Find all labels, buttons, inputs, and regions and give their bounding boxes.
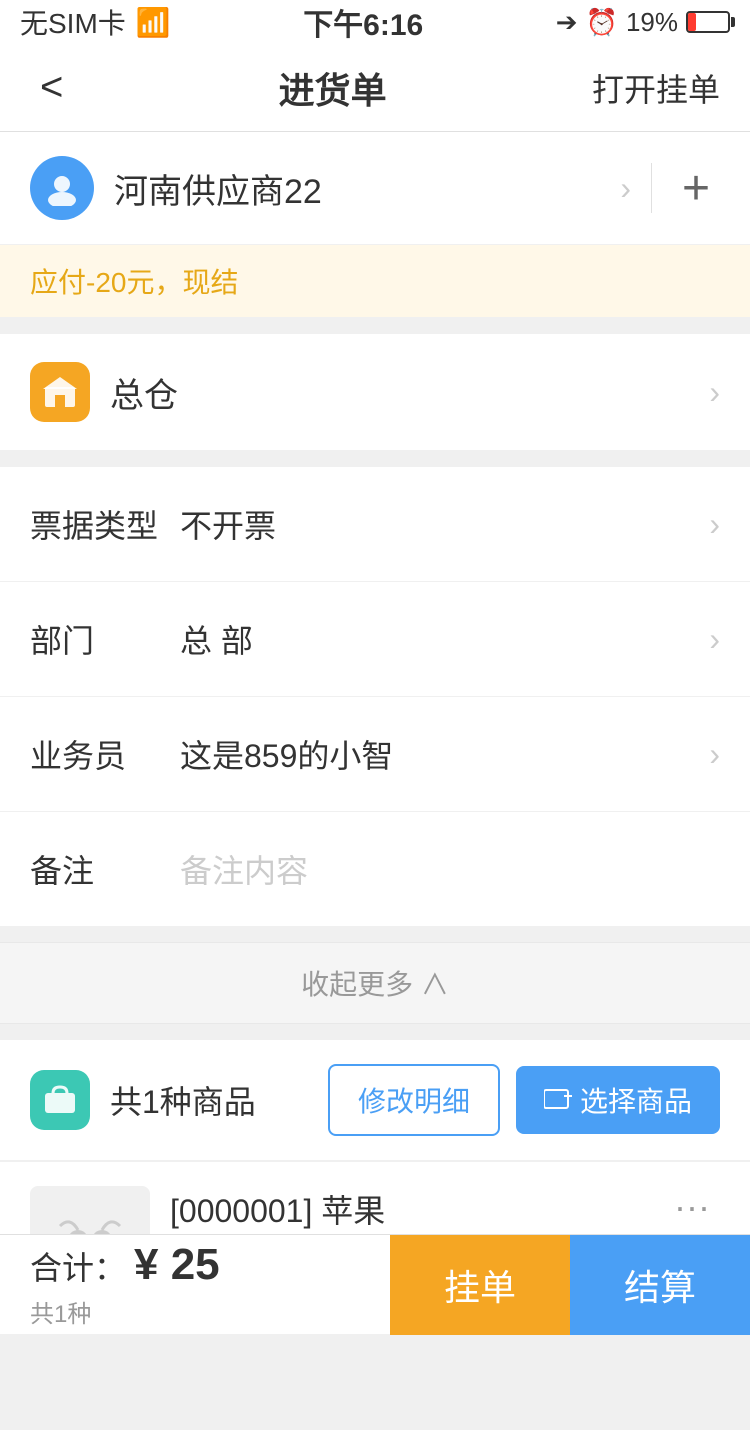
add-supplier-button[interactable]: +: [672, 161, 720, 216]
product-name: [0000001] 苹果: [170, 1186, 664, 1232]
bottom-bar: 合计： ¥ 25 共1种 挂单 结算: [0, 1234, 750, 1334]
warehouse-chevron-icon: ›: [709, 374, 720, 411]
battery-icon: [686, 11, 730, 33]
remark-input[interactable]: 备注内容: [160, 846, 720, 892]
product-title: 苹果: [321, 1193, 385, 1229]
supplier-notice: 应付-20元，现结: [0, 245, 750, 318]
warehouse-icon: [30, 362, 90, 422]
product-more-button[interactable]: ···: [664, 1186, 720, 1228]
select-product-button[interactable]: 选择商品: [516, 1066, 720, 1134]
invoice-type-row[interactable]: 票据类型 不开票 ›: [0, 467, 750, 582]
battery-percent: 19%: [626, 7, 678, 38]
salesperson-chevron-icon: ›: [709, 736, 720, 773]
page-title: 进货单: [279, 62, 387, 114]
salesperson-label: 业务员: [30, 731, 160, 777]
total-label: 合计：: [30, 1243, 126, 1289]
remark-row[interactable]: 备注 备注内容: [0, 812, 750, 926]
product-code: [0000001]: [170, 1193, 312, 1229]
open-hold-button[interactable]: 打开挂单: [592, 65, 720, 111]
department-label: 部门: [30, 616, 160, 662]
remark-label: 备注: [30, 846, 160, 892]
salesperson-row[interactable]: 业务员 这是859的小智 ›: [0, 697, 750, 812]
status-left: 无SIM卡 📶: [20, 2, 171, 42]
edit-detail-button[interactable]: 修改明细: [328, 1064, 500, 1136]
alarm-icon: ⏰: [586, 7, 618, 38]
products-count: 共1种商品: [110, 1077, 328, 1123]
time-label: 下午6:16: [303, 0, 423, 44]
department-chevron-icon: ›: [709, 621, 720, 658]
invoice-chevron-icon: ›: [709, 506, 720, 543]
supplier-row[interactable]: 河南供应商22 › +: [0, 132, 750, 245]
total-section: 合计： ¥ 25 共1种: [0, 1240, 390, 1329]
status-bar: 无SIM卡 📶 下午6:16 ➔ ⏰ 19%: [0, 0, 750, 44]
checkout-button[interactable]: 结算: [570, 1235, 750, 1335]
products-header: 共1种商品 修改明细 选择商品: [0, 1040, 750, 1160]
collapse-bar[interactable]: 收起更多 ∧: [0, 942, 750, 1024]
department-row[interactable]: 部门 总 部 ›: [0, 582, 750, 697]
supplier-avatar: [30, 156, 94, 220]
supplier-divider: [651, 163, 652, 213]
invoice-type-label: 票据类型: [30, 501, 160, 547]
nav-bar: < 进货单 打开挂单: [0, 44, 750, 132]
total-amount: ¥ 25: [134, 1240, 220, 1290]
battery-fill: [688, 13, 696, 31]
location-icon: ➔: [556, 7, 578, 38]
warehouse-name: 总仓: [110, 368, 699, 417]
select-product-label: 选择商品: [580, 1080, 692, 1120]
department-value: 总 部: [160, 616, 699, 662]
wifi-icon: 📶: [136, 6, 171, 39]
bottom-spacer: [0, 1330, 750, 1430]
supplier-chevron-icon: ›: [620, 170, 631, 207]
carrier-label: 无SIM卡: [20, 2, 126, 42]
supplier-name: 河南供应商22: [114, 164, 610, 213]
salesperson-value: 这是859的小智: [160, 731, 699, 777]
status-right: ➔ ⏰ 19%: [556, 7, 730, 38]
invoice-type-value: 不开票: [160, 501, 699, 547]
warehouse-section: 总仓 ›: [0, 334, 750, 451]
total-count: 共1种: [30, 1294, 360, 1329]
hold-button[interactable]: 挂单: [390, 1235, 570, 1335]
back-button[interactable]: <: [30, 55, 73, 120]
form-section: 票据类型 不开票 › 部门 总 部 › 业务员 这是859的小智 › 备注 备注…: [0, 467, 750, 926]
total-main: 合计： ¥ 25: [30, 1240, 360, 1290]
supplier-section: 河南供应商22 › + 应付-20元，现结: [0, 132, 750, 318]
warehouse-row[interactable]: 总仓 ›: [0, 334, 750, 451]
products-icon: [30, 1070, 90, 1130]
